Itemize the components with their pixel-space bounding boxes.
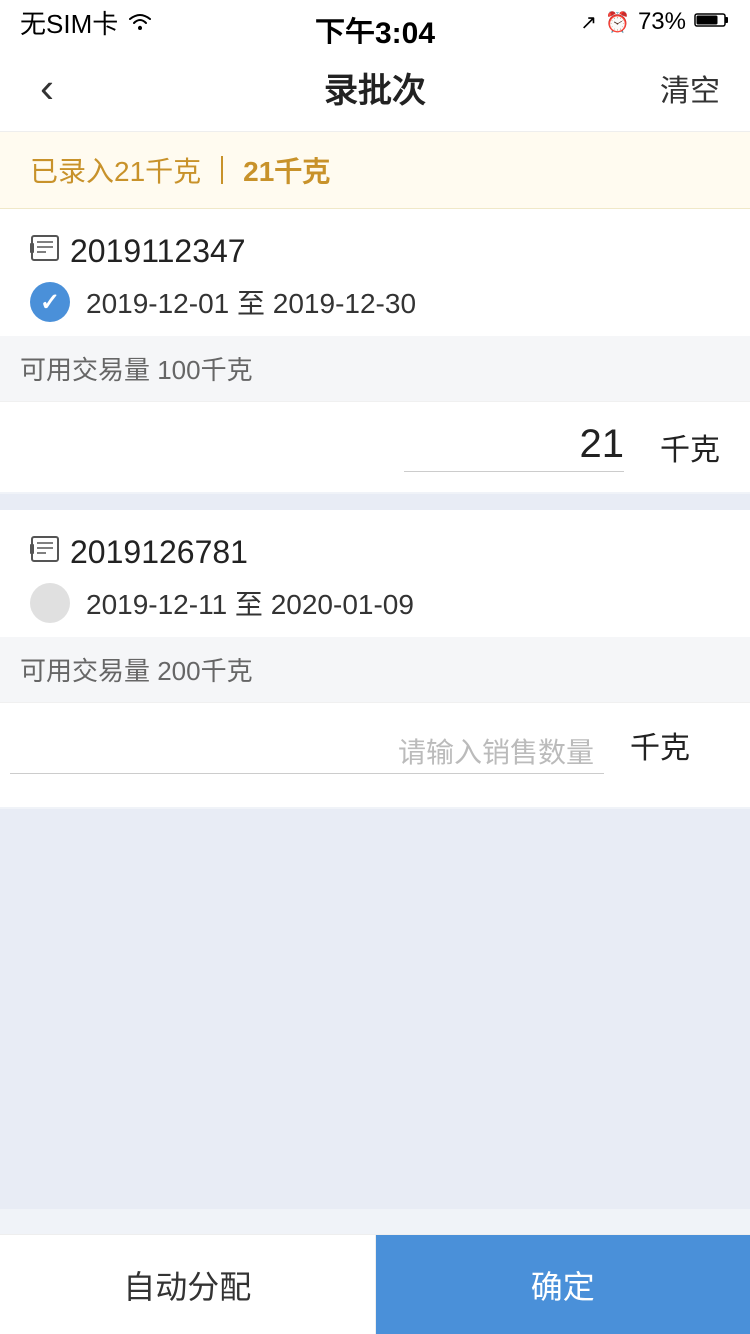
amount-input-wrapper-2 <box>0 737 604 774</box>
clear-button[interactable]: 清空 <box>660 66 720 110</box>
back-button[interactable]: ‹ <box>30 54 64 122</box>
amount-input-2[interactable] <box>0 737 604 769</box>
carrier-text: 无SIM卡 <box>20 4 118 41</box>
batch-date-row-2: 2019-12-11 至 2020-01-09 <box>30 583 720 623</box>
main-content: 已录入21千克 21千克 2019112347 2 <box>0 132 750 1309</box>
page-title: 录批次 <box>324 63 426 112</box>
auto-distribute-button[interactable]: 自动分配 <box>0 1235 376 1334</box>
amount-input-1[interactable] <box>544 422 624 467</box>
amount-unit-2: 千克 <box>630 723 690 787</box>
section-divider <box>0 494 750 510</box>
status-right: ↗ ⏰ 73% <box>580 8 730 36</box>
batch-card-1: 2019112347 2019-12-01 至 2019-12-30 可用交易量… <box>0 209 750 492</box>
summary-banner: 已录入21千克 21千克 <box>0 132 750 209</box>
batch-date-row-1: 2019-12-01 至 2019-12-30 <box>30 282 720 322</box>
status-left: 无SIM卡 <box>20 4 154 41</box>
amount-underline-1 <box>404 471 624 472</box>
amount-row-1: 千克 <box>0 401 750 492</box>
summary-value: 21千克 <box>243 150 330 190</box>
nav-bar: ‹ 录批次 清空 <box>0 44 750 132</box>
location-icon: ↗ <box>580 10 597 35</box>
batch-checkbox-2[interactable] <box>30 583 70 623</box>
batch-id-text-2: 2019126781 <box>70 534 248 571</box>
batch-id-icon-2 <box>30 535 60 571</box>
amount-unit-1: 千克 <box>660 425 720 469</box>
batch-id-row-1: 2019112347 <box>30 233 720 270</box>
batch-id-icon-1 <box>30 234 60 270</box>
battery-icon <box>694 8 730 36</box>
amount-underline-2 <box>10 773 604 774</box>
batch-date-text-1: 2019-12-01 至 2019-12-30 <box>86 282 416 322</box>
amount-row-2: 千克 <box>0 702 750 807</box>
wifi-icon <box>126 7 154 38</box>
batch-id-text-1: 2019112347 <box>70 233 246 270</box>
batch-avail-2: 可用交易量 200千克 <box>0 637 750 702</box>
summary-label: 已录入21千克 <box>30 150 201 190</box>
bottom-spacer <box>0 809 750 1209</box>
batch-checkbox-1[interactable] <box>30 282 70 322</box>
battery-text: 73% <box>638 8 686 36</box>
alarm-icon: ⏰ <box>605 10 630 35</box>
batch-avail-1: 可用交易量 100千克 <box>0 336 750 401</box>
footer: 自动分配 确定 <box>0 1234 750 1334</box>
batch-id-row-2: 2019126781 <box>30 534 720 571</box>
batch-date-text-2: 2019-12-11 至 2020-01-09 <box>86 583 414 623</box>
confirm-button[interactable]: 确定 <box>376 1235 750 1334</box>
batch-card-2: 2019126781 2019-12-11 至 2020-01-09 可用交易量… <box>0 510 750 807</box>
status-bar: 无SIM卡 下午3:04 ↗ ⏰ 73% <box>0 0 750 44</box>
amount-input-wrapper-1 <box>404 422 624 472</box>
summary-divider <box>221 156 223 184</box>
